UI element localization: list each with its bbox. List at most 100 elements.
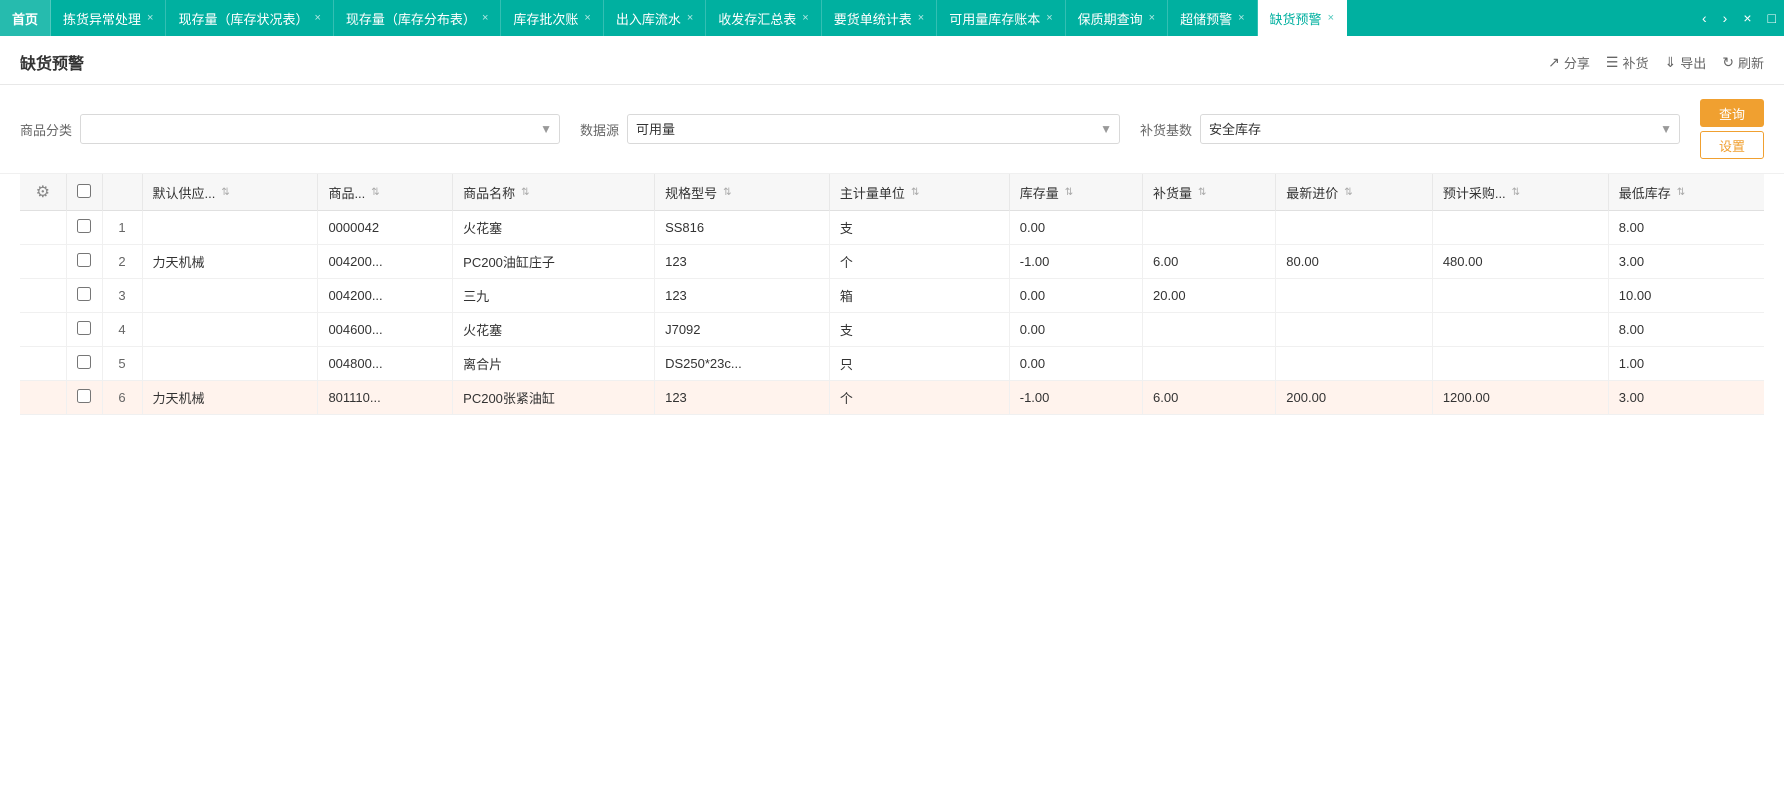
row-unit-cell: 支 — [829, 211, 1009, 245]
supplement-icon: ☰ — [1606, 54, 1619, 71]
th-spec[interactable]: 规格型号 ⇅ — [655, 174, 830, 211]
row-min-stock-cell: 3.00 — [1608, 245, 1764, 279]
row-min-stock-cell: 1.00 — [1608, 347, 1764, 381]
row-settings-cell — [20, 313, 66, 347]
close-inventory-dist-icon[interactable]: × — [482, 12, 488, 24]
th-goods-code[interactable]: 商品... ⇅ — [318, 174, 453, 211]
row-checkbox-2[interactable] — [77, 287, 91, 301]
nav-tab-inventory-status-label: 现存量（库存状况表） — [178, 9, 308, 28]
row-checkbox-cell[interactable] — [66, 347, 102, 381]
nav-tab-batch[interactable]: 库存批次账 × — [501, 0, 603, 36]
sort-goods-code-icon: ⇅ — [371, 187, 379, 198]
row-goods-code-cell: 801110... — [318, 381, 453, 415]
row-num-cell: 4 — [102, 313, 142, 347]
table-row[interactable]: 2 力天机械 004200... PC200油缸庄子 123 个 -1.00 6… — [20, 245, 1764, 279]
close-batch-icon[interactable]: × — [584, 12, 590, 24]
replenish-select[interactable]: 安全库存 最低库存 — [1200, 114, 1680, 144]
row-settings-cell — [20, 381, 66, 415]
row-checkbox-0[interactable] — [77, 219, 91, 233]
nav-tab-flow[interactable]: 出入库流水 × — [604, 0, 706, 36]
table-row[interactable]: 1 0000042 火花塞 SS816 支 0.00 8.00 — [20, 211, 1764, 245]
close-summary-icon[interactable]: × — [802, 12, 808, 24]
row-checkbox-cell[interactable] — [66, 381, 102, 415]
nav-tab-inventory-status[interactable]: 现存量（库存状况表） × — [166, 0, 333, 36]
nav-tab-overstock[interactable]: 超储预警 × — [1168, 0, 1257, 36]
row-checkbox-cell[interactable] — [66, 279, 102, 313]
table-container: ⚙ 默认供应... ⇅ 商品... — [0, 174, 1784, 415]
refresh-button[interactable]: ↻ 刷新 — [1722, 53, 1764, 72]
select-all-checkbox[interactable] — [77, 184, 91, 198]
replenish-select-wrapper: 安全库存 最低库存 ▼ — [1200, 114, 1680, 144]
row-goods-code-cell: 004800... — [318, 347, 453, 381]
close-order-stat-icon[interactable]: × — [918, 12, 924, 24]
row-checkbox-4[interactable] — [77, 355, 91, 369]
nav-tab-shortage[interactable]: 缺货预警 × — [1258, 0, 1347, 36]
th-stock[interactable]: 库存量 ⇅ — [1009, 174, 1142, 211]
nav-tab-home[interactable]: 首页 — [0, 0, 51, 36]
close-flow-icon[interactable]: × — [687, 12, 693, 24]
nav-close-all[interactable]: × — [1735, 0, 1759, 36]
table-row[interactable]: 6 力天机械 801110... PC200张紧油缸 123 个 -1.00 6… — [20, 381, 1764, 415]
sort-min-stock-icon: ⇅ — [1677, 187, 1685, 198]
nav-tab-summary[interactable]: 收发存汇总表 × — [706, 0, 821, 36]
close-expiry-icon[interactable]: × — [1149, 12, 1155, 24]
close-available-icon[interactable]: × — [1046, 12, 1052, 24]
share-button[interactable]: ↗ 分享 — [1548, 53, 1590, 72]
supplement-button[interactable]: ☰ 补货 — [1606, 53, 1649, 72]
close-shortage-icon[interactable]: × — [1328, 12, 1334, 24]
nav-tab-expiry[interactable]: 保质期查询 × — [1066, 0, 1168, 36]
th-settings[interactable]: ⚙ — [20, 174, 66, 211]
export-label: 导出 — [1680, 53, 1706, 72]
nav-tab-expiry-label: 保质期查询 — [1078, 9, 1143, 28]
nav-arrow-left[interactable]: ‹ — [1694, 0, 1715, 36]
table-row[interactable]: 4 004600... 火花塞 J7092 支 0.00 8.00 — [20, 313, 1764, 347]
row-unit-cell: 支 — [829, 313, 1009, 347]
table-row[interactable]: 5 004800... 离合片 DS250*23c... 只 0.00 1.00 — [20, 347, 1764, 381]
nav-tab-inventory-dist[interactable]: 现存量（库存分布表） × — [334, 0, 501, 36]
nav-restore[interactable]: □ — [1760, 0, 1784, 36]
sort-stock-icon: ⇅ — [1065, 187, 1073, 198]
filter-row: 商品分类 ▼ 数据源 可用量 库存量 ▼ 补货基数 安全库 — [0, 85, 1784, 174]
row-checkbox-cell[interactable] — [66, 313, 102, 347]
row-checkbox-cell[interactable] — [66, 245, 102, 279]
th-replenish[interactable]: 补货量 ⇅ — [1143, 174, 1276, 211]
row-num-cell: 5 — [102, 347, 142, 381]
close-overstock-icon[interactable]: × — [1238, 12, 1244, 24]
row-checkbox-5[interactable] — [77, 389, 91, 403]
query-button[interactable]: 查询 — [1700, 99, 1764, 127]
nav-tab-available[interactable]: 可用量库存账本 × — [937, 0, 1065, 36]
settings-button[interactable]: 设置 — [1700, 131, 1764, 159]
row-goods-code-cell: 0000042 — [318, 211, 453, 245]
nav-arrow-right[interactable]: › — [1715, 0, 1736, 36]
nav-tab-order-stat[interactable]: 要货单统计表 × — [822, 0, 937, 36]
export-button[interactable]: ⇓ 导出 — [1665, 53, 1707, 72]
nav-tab-pick[interactable]: 拣货异常处理 × — [51, 0, 166, 36]
nav-tab-pick-label: 拣货异常处理 — [63, 9, 141, 28]
share-icon: ↗ — [1548, 54, 1560, 71]
row-checkbox-1[interactable] — [77, 253, 91, 267]
th-goods-name[interactable]: 商品名称 ⇅ — [453, 174, 655, 211]
gear-icon[interactable]: ⚙ — [36, 184, 50, 201]
category-select-wrapper: ▼ — [80, 114, 560, 144]
row-replenish-cell — [1143, 347, 1276, 381]
th-min-stock[interactable]: 最低库存 ⇅ — [1608, 174, 1764, 211]
row-latest-price-cell: 80.00 — [1276, 245, 1433, 279]
th-supplier[interactable]: 默认供应... ⇅ — [142, 174, 318, 211]
row-stock-cell: 0.00 — [1009, 347, 1142, 381]
category-select[interactable] — [80, 114, 560, 144]
nav-tab-shortage-label: 缺货预警 — [1270, 9, 1322, 28]
row-est-purchase-cell — [1432, 347, 1608, 381]
row-stock-cell: 0.00 — [1009, 279, 1142, 313]
th-unit[interactable]: 主计量单位 ⇅ — [829, 174, 1009, 211]
row-checkbox-3[interactable] — [77, 321, 91, 335]
close-pick-icon[interactable]: × — [147, 12, 153, 24]
close-inventory-status-icon[interactable]: × — [314, 12, 320, 24]
row-latest-price-cell — [1276, 347, 1433, 381]
filter-group-datasource: 数据源 可用量 库存量 ▼ — [580, 114, 1120, 144]
category-label: 商品分类 — [20, 120, 72, 139]
th-latest-price[interactable]: 最新进价 ⇅ — [1276, 174, 1433, 211]
row-checkbox-cell[interactable] — [66, 211, 102, 245]
th-est-purchase[interactable]: 预计采购... ⇅ — [1432, 174, 1608, 211]
table-row[interactable]: 3 004200... 三九 123 箱 0.00 20.00 10.00 — [20, 279, 1764, 313]
datasource-select[interactable]: 可用量 库存量 — [627, 114, 1120, 144]
